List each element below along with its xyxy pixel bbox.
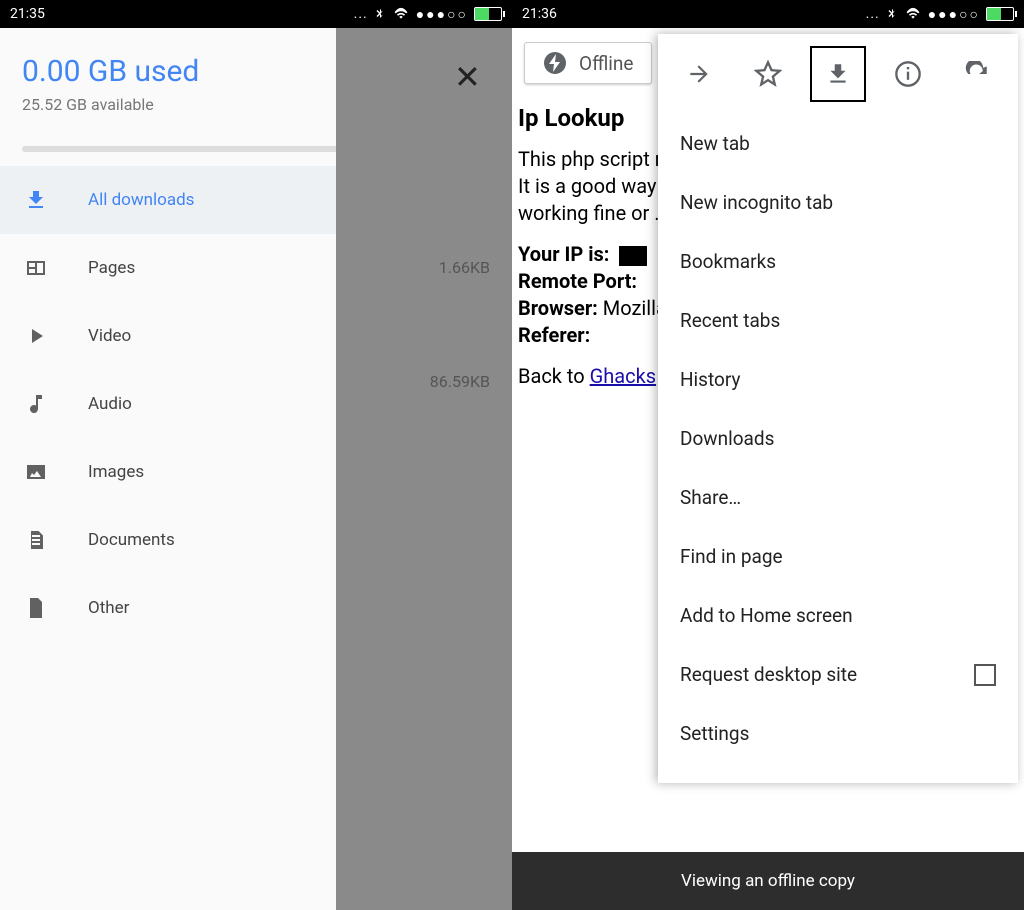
page-info-button[interactable] (880, 46, 936, 102)
nav-label: Video (88, 326, 131, 346)
more-dots-icon: ... (866, 6, 880, 22)
file-icon (22, 596, 50, 620)
offline-chip-label: Offline (579, 52, 633, 75)
nav-label: Other (88, 598, 129, 618)
offline-toast: Viewing an offline copy (512, 852, 1024, 910)
file-size-label: 1.66KB (439, 258, 490, 277)
image-icon (22, 460, 50, 484)
back-link[interactable]: Ghacks (590, 364, 656, 388)
desktop-site-checkbox[interactable] (974, 664, 996, 686)
battery-icon (474, 7, 502, 21)
status-time: 21:36 (522, 6, 557, 22)
star-icon (754, 60, 782, 88)
music-note-icon (22, 392, 50, 416)
status-time: 21:35 (10, 6, 45, 22)
bluetooth-icon (374, 6, 386, 22)
download-icon (825, 61, 851, 87)
status-bar-left: 21:35 ... ●●●○○ (0, 0, 512, 28)
menu-downloads[interactable]: Downloads (658, 409, 1018, 468)
reload-button[interactable] (949, 46, 1005, 102)
menu-recent-tabs[interactable]: Recent tabs (658, 291, 1018, 350)
menu-find-in-page[interactable]: Find in page (658, 527, 1018, 586)
pages-icon (22, 256, 50, 280)
signal-dots-icon: ●●●○○ (928, 6, 980, 23)
menu-new-tab[interactable]: New tab (658, 114, 1018, 173)
status-indicators: ... ●●●○○ (866, 6, 1014, 23)
bolt-icon (543, 51, 567, 75)
bluetooth-icon (886, 6, 898, 22)
overflow-menu: New tab New incognito tab Bookmarks Rece… (658, 34, 1018, 783)
download-icon (22, 188, 50, 212)
right-phone: 21:36 ... ●●●○○ Offline Ip Lookup This p… (512, 0, 1024, 910)
nav-label: All downloads (88, 190, 194, 210)
nav-label: Images (88, 462, 144, 482)
bookmark-button[interactable] (740, 46, 796, 102)
play-icon (22, 324, 50, 348)
menu-settings[interactable]: Settings (658, 704, 1018, 763)
forward-button[interactable] (671, 46, 727, 102)
download-page-button[interactable] (810, 46, 866, 102)
redacted-ip (619, 246, 647, 266)
toast-text: Viewing an offline copy (681, 871, 855, 891)
battery-icon (986, 7, 1014, 21)
file-size-label: 86.59KB (430, 372, 490, 391)
status-bar-right: 21:36 ... ●●●○○ (512, 0, 1024, 28)
menu-history[interactable]: History (658, 350, 1018, 409)
dimmed-list-area: ✕ 1.66KB 86.59KB (336, 28, 512, 910)
nav-label: Documents (88, 530, 175, 550)
close-icon[interactable]: ✕ (454, 58, 481, 96)
document-icon (22, 528, 50, 552)
nav-label: Pages (88, 258, 135, 278)
signal-dots-icon: ●●●○○ (416, 6, 468, 23)
arrow-forward-icon (686, 61, 712, 87)
info-icon (894, 60, 922, 88)
offline-chip[interactable]: Offline (524, 42, 652, 84)
wifi-icon (904, 7, 922, 21)
menu-add-home[interactable]: Add to Home screen (658, 586, 1018, 645)
menu-incognito[interactable]: New incognito tab (658, 173, 1018, 232)
more-dots-icon: ... (354, 6, 368, 22)
nav-label: Audio (88, 394, 132, 414)
menu-bookmarks[interactable]: Bookmarks (658, 232, 1018, 291)
left-phone: 21:35 ... ●●●○○ 0.00 GB used 25.52 GB av… (0, 0, 512, 910)
menu-share[interactable]: Share… (658, 468, 1018, 527)
menu-desktop-site[interactable]: Request desktop site (658, 645, 1018, 704)
wifi-icon (392, 7, 410, 21)
status-indicators: ... ●●●○○ (354, 6, 502, 23)
refresh-icon (964, 61, 990, 87)
